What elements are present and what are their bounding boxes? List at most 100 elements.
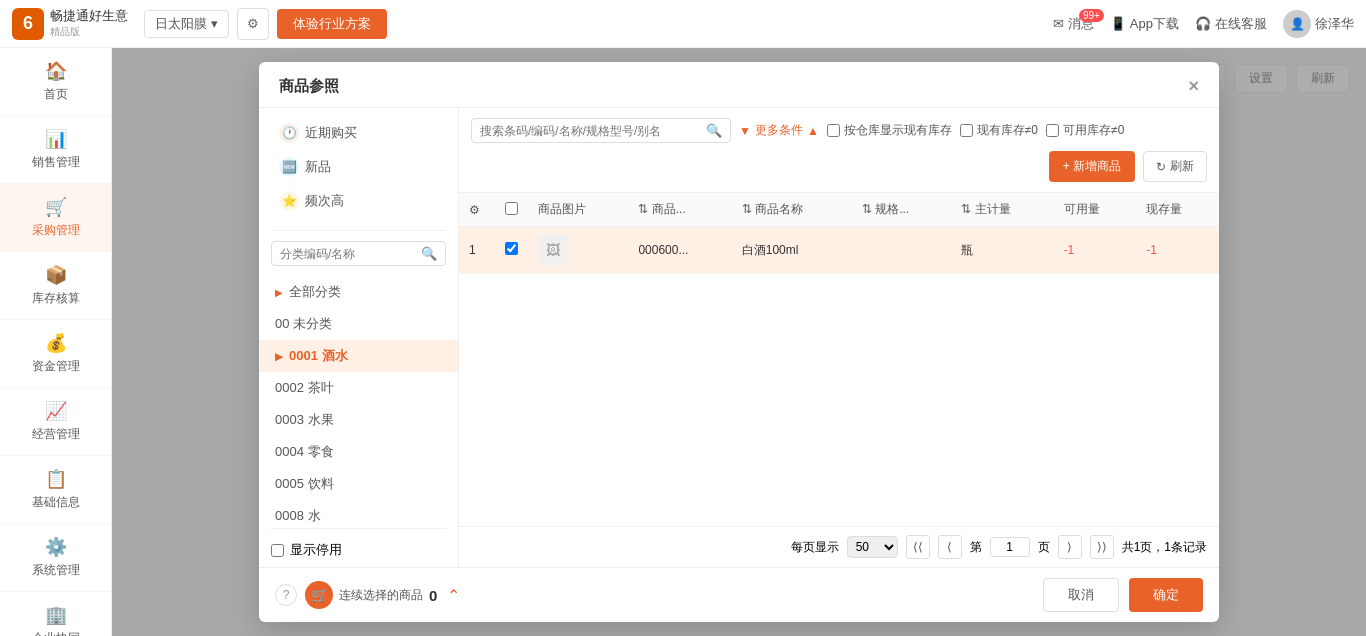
- logo-sub: 精品版: [50, 25, 128, 39]
- product-search-wrap: 🔍: [471, 118, 731, 143]
- sidebar-item-finance[interactable]: 💰 资金管理: [0, 320, 111, 388]
- modal-footer: ? 🛒 连续选择的商品 0 ⌃ 取消 确定: [259, 567, 1219, 622]
- sidebar-item-purchase[interactable]: 🛒 采购管理: [0, 184, 111, 252]
- col-checkbox[interactable]: [495, 193, 528, 227]
- available-checkbox[interactable]: [960, 124, 973, 137]
- sidebar-label-finance: 资金管理: [32, 358, 80, 375]
- sidebar-item-basic[interactable]: 📋 基础信息: [0, 456, 111, 524]
- sort-icon: ⇅: [638, 202, 648, 216]
- page-label: 第: [970, 539, 982, 556]
- sidebar-item-inventory[interactable]: 📦 库存核算: [0, 252, 111, 320]
- settings-gear-button[interactable]: ⚙: [237, 8, 269, 40]
- app-download-button[interactable]: 📱 App下载: [1110, 15, 1179, 33]
- warehouse-checkbox[interactable]: [827, 124, 840, 137]
- next-page-button[interactable]: ⟩: [1058, 535, 1082, 559]
- category-item-0005[interactable]: 0005 饮料: [259, 468, 458, 500]
- product-thumbnail: 🖼: [538, 235, 568, 265]
- user-profile-button[interactable]: 👤 徐泽华: [1283, 10, 1354, 38]
- nav-right: ✉ 消息 99+ 📱 App下载 🎧 在线客服 👤 徐泽华: [1053, 10, 1354, 38]
- divider-1: [271, 230, 446, 231]
- quick-filter-new[interactable]: 🆕 新品: [271, 150, 446, 184]
- modal-overlay: 商品参照 × 🕐 近期购买 🆕: [112, 48, 1366, 636]
- category-0004-label: 0004 零食: [275, 443, 334, 461]
- sidebar-label-enterprise: 企业协同: [32, 630, 80, 636]
- main-layout: 🏠 首页 📊 销售管理 🛒 采购管理 📦 库存核算 💰 资金管理 📈 经营管理 …: [0, 48, 1366, 636]
- pagination: 每页显示 20 50 100 ⟨⟨ ⟨ 第 页 ⟩: [459, 526, 1219, 567]
- all-arrow-icon: ▶: [275, 287, 283, 298]
- quick-filter-recent[interactable]: 🕐 近期购买: [271, 116, 446, 150]
- category-item-0008[interactable]: 0008 水: [259, 500, 458, 524]
- category-item-0004[interactable]: 0004 零食: [259, 436, 458, 468]
- sidebar-label-basic: 基础信息: [32, 494, 80, 511]
- checkbox-show-by-warehouse[interactable]: 按仓库显示现有库存: [827, 122, 952, 139]
- table-row[interactable]: 1 🖼: [459, 227, 1219, 274]
- finance-icon: 💰: [45, 332, 67, 354]
- add-product-button[interactable]: + 新增商品: [1049, 151, 1135, 182]
- top-navbar: 6 畅捷通好生意 精品版 日太阳膜 ▾ ⚙ 体验行业方案 ✉ 消息 99+ 📱 …: [0, 0, 1366, 48]
- confirm-button[interactable]: 确定: [1129, 578, 1203, 612]
- checkbox-usable-not-zero[interactable]: 可用库存≠0: [1046, 122, 1124, 139]
- sort-icon-spec: ⇅: [862, 202, 872, 216]
- category-item-0003[interactable]: 0003 水果: [259, 404, 458, 436]
- collapse-selected-icon[interactable]: ⌃: [447, 586, 460, 605]
- cart-icon: 🛒: [305, 581, 333, 609]
- first-page-button[interactable]: ⟨⟨: [906, 535, 930, 559]
- total-info: 共1页，1条记录: [1122, 539, 1207, 556]
- select-all-checkbox[interactable]: [505, 202, 518, 215]
- home-icon: 🏠: [45, 60, 67, 82]
- checkbox-available-not-zero[interactable]: 现有库存≠0: [960, 122, 1038, 139]
- messages-button[interactable]: ✉ 消息 99+: [1053, 15, 1094, 33]
- row-checkbox-cell[interactable]: [495, 227, 528, 274]
- avatar: 👤: [1283, 10, 1311, 38]
- col-code[interactable]: ⇅ 商品...: [628, 193, 731, 227]
- product-search-input[interactable]: [480, 124, 706, 138]
- customer-service-button[interactable]: 🎧 在线客服: [1195, 15, 1267, 33]
- category-item-all[interactable]: ▶ 全部分类: [259, 276, 458, 308]
- cancel-button[interactable]: 取消: [1043, 578, 1119, 612]
- more-filters-button[interactable]: ▼ 更多条件 ▲: [739, 122, 819, 139]
- sidebar-item-sales[interactable]: 📊 销售管理: [0, 116, 111, 184]
- toolbar-right: + 新增商品 ↻ 刷新: [1049, 151, 1207, 182]
- sidebar-label-sales: 销售管理: [32, 154, 80, 171]
- quick-filter-frequent[interactable]: ⭐ 频次高: [271, 184, 446, 218]
- usable-checkbox[interactable]: [1046, 124, 1059, 137]
- category-search-input[interactable]: [280, 247, 421, 261]
- help-icon[interactable]: ?: [275, 584, 297, 606]
- col-name[interactable]: ⇅ 商品名称: [732, 193, 852, 227]
- trial-button[interactable]: 体验行业方案: [277, 9, 387, 39]
- last-page-button[interactable]: ⟩⟩: [1090, 535, 1114, 559]
- sidebar-item-operations[interactable]: 📈 经营管理: [0, 388, 111, 456]
- per-page-select[interactable]: 20 50 100: [847, 536, 898, 558]
- logo-text: 畅捷通好生意: [50, 8, 128, 25]
- sidebar-item-system[interactable]: ⚙️ 系统管理: [0, 524, 111, 592]
- category-search-box: 🔍: [271, 241, 446, 266]
- spec-header: 规格...: [875, 202, 909, 216]
- app-label: App下载: [1130, 15, 1179, 33]
- col-settings[interactable]: ⚙: [459, 193, 495, 227]
- row-checkbox[interactable]: [505, 242, 518, 255]
- star-icon: ⭐: [279, 191, 299, 211]
- product-table-wrap: ⚙ 商品图片 ⇅ 商品...: [459, 193, 1219, 526]
- warehouse-label: 按仓库显示现有库存: [844, 122, 952, 139]
- show-disabled-checkbox[interactable]: [271, 544, 284, 557]
- content-area: 查询 设置 刷新 商品参照 × 🕐: [112, 48, 1366, 636]
- category-item-0001[interactable]: ▶ 0001 酒水: [259, 340, 458, 372]
- sidebar-item-home[interactable]: 🏠 首页: [0, 48, 111, 116]
- col-available: 可用量: [1054, 193, 1137, 227]
- chevron-up-icon: ▲: [807, 124, 819, 138]
- prev-page-button[interactable]: ⟨: [938, 535, 962, 559]
- company-name: 日太阳膜: [155, 15, 207, 33]
- footer-left: ? 🛒 连续选择的商品 0 ⌃: [275, 581, 460, 609]
- table-header: ⚙ 商品图片 ⇅ 商品...: [459, 193, 1219, 227]
- divider-2: [271, 528, 446, 529]
- col-spec[interactable]: ⇅ 规格...: [852, 193, 951, 227]
- refresh-label: 刷新: [1170, 158, 1194, 175]
- company-selector[interactable]: 日太阳膜 ▾: [144, 10, 229, 38]
- modal-close-button[interactable]: ×: [1188, 76, 1199, 97]
- category-item-00[interactable]: 00 未分类: [259, 308, 458, 340]
- page-number-input[interactable]: [990, 537, 1030, 557]
- category-item-0002[interactable]: 0002 茶叶: [259, 372, 458, 404]
- col-unit[interactable]: ⇅ 主计量: [951, 193, 1053, 227]
- sidebar-item-enterprise[interactable]: 🏢 企业协同: [0, 592, 111, 636]
- refresh-button[interactable]: ↻ 刷新: [1143, 151, 1207, 182]
